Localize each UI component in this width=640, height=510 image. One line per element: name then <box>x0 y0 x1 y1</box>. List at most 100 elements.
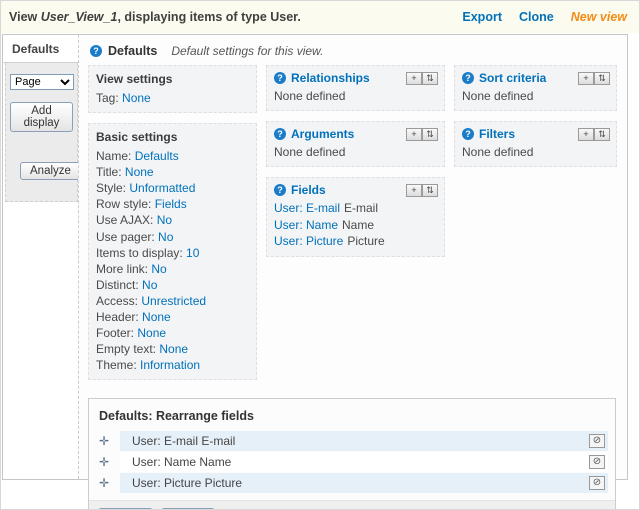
setting-label: Use AJAX: <box>96 213 154 228</box>
field-item: User: Name Name <box>274 217 438 234</box>
column-right: ? Sort criteria + ⇅ None defined ? Filte… <box>454 65 617 177</box>
drag-handle-icon[interactable]: ✛ <box>96 452 120 472</box>
filters-box: ? Filters + ⇅ None defined <box>454 121 617 167</box>
relationships-box: ? Relationships + ⇅ None defined <box>266 65 445 111</box>
table-row: ✛ User: Picture Picture ⊘ <box>96 473 608 494</box>
tab-defaults[interactable]: Defaults <box>3 35 78 63</box>
arguments-title-link[interactable]: Arguments <box>291 127 406 141</box>
column-middle: ? Relationships + ⇅ None defined ? Argum… <box>266 65 445 267</box>
help-icon[interactable]: ? <box>462 72 474 84</box>
rearrange-title: Defaults: Rearrange fields <box>99 409 254 424</box>
setting-row-tag: Tag: None <box>96 90 250 106</box>
field-link[interactable]: User: E-mail <box>274 201 340 215</box>
sort-criteria-head: ? Sort criteria + ⇅ <box>462 71 610 85</box>
row-label: User: Name Name <box>132 455 232 470</box>
clone-link[interactable]: Clone <box>519 10 554 24</box>
views-edit-page: View User_View_1, displaying items of ty… <box>0 0 640 510</box>
display-tab-info: ? Defaults Default settings for this vie… <box>88 41 619 65</box>
setting-value-link[interactable]: None <box>122 91 151 105</box>
field-link[interactable]: User: Picture <box>274 234 343 248</box>
display-tab-description: Default settings for this view. <box>171 44 324 58</box>
add-icon[interactable]: + <box>406 71 422 85</box>
setting-row-style: Style: Unformatted <box>96 180 250 196</box>
fields-title-link[interactable]: Fields <box>291 183 406 197</box>
rearrange-icon[interactable]: ⇅ <box>422 127 438 141</box>
row-content: User: E-mail E-mail ⊘ <box>120 431 608 452</box>
column-basic: View settings Tag: None Basic settings N… <box>88 65 257 390</box>
setting-value-link[interactable]: No <box>151 262 166 276</box>
setting-value-link[interactable]: Unrestricted <box>141 294 206 308</box>
arguments-empty-text: None defined <box>274 145 346 159</box>
setting-value-link[interactable]: Fields <box>155 197 187 211</box>
edit-area: Defaults Page Add display Analyze ? Defa… <box>2 34 628 509</box>
setting-value-link[interactable]: Defaults <box>135 149 179 163</box>
row-label: User: E-mail E-mail <box>132 434 236 449</box>
relationships-empty-text: None defined <box>274 89 346 103</box>
help-icon[interactable]: ? <box>274 128 286 140</box>
setting-value-link[interactable]: None <box>159 342 188 356</box>
add-icon[interactable]: + <box>578 127 594 141</box>
add-icon[interactable]: + <box>406 127 422 141</box>
remove-icon[interactable]: ⊘ <box>589 455 605 470</box>
add-icon[interactable]: + <box>406 183 422 197</box>
rearrange-icon[interactable]: ⇅ <box>422 183 438 197</box>
setting-row-items-to-display: Items to display: 10 <box>96 245 250 261</box>
export-link[interactable]: Export <box>462 10 502 24</box>
setting-value-link[interactable]: Unformatted <box>129 181 195 195</box>
filters-title-link[interactable]: Filters <box>479 127 578 141</box>
setting-label: Use pager: <box>96 229 155 244</box>
setting-value-link[interactable]: No <box>158 230 173 244</box>
new-view-link[interactable]: New view <box>571 10 627 24</box>
setting-row-title: Title: None <box>96 164 250 180</box>
setting-label: More link: <box>96 261 149 276</box>
setting-value-link[interactable]: None <box>137 326 166 340</box>
remove-icon[interactable]: ⊘ <box>589 434 605 449</box>
help-icon[interactable]: ? <box>90 45 102 57</box>
basic-settings-title: Basic settings <box>96 130 178 145</box>
remove-icon[interactable]: ⊘ <box>589 476 605 491</box>
setting-label: Header: <box>96 310 139 325</box>
setting-value-link[interactable]: No <box>142 278 157 292</box>
setting-row-distinct: Distinct: No <box>96 277 250 293</box>
fields-head: ? Fields + ⇅ <box>274 183 438 197</box>
setting-value-link[interactable]: Information <box>140 358 200 372</box>
field-link[interactable]: User: Name <box>274 218 338 232</box>
row-label: User: Picture Picture <box>132 476 243 491</box>
help-icon[interactable]: ? <box>274 184 286 196</box>
rearrange-icon[interactable]: ⇅ <box>422 71 438 85</box>
setting-value-link[interactable]: No <box>157 213 172 227</box>
display-controls: Page Add display Analyze <box>5 63 81 202</box>
setting-row-empty-text: Empty text: None <box>96 341 250 357</box>
setting-label: Distinct: <box>96 277 139 292</box>
setting-row-theme: Theme: Information <box>96 357 250 373</box>
help-icon[interactable]: ? <box>462 128 474 140</box>
rearrange-icon[interactable]: ⇅ <box>594 71 610 85</box>
setting-label: Tag: <box>96 91 119 105</box>
relationships-title-link[interactable]: Relationships <box>291 71 406 85</box>
rearrange-fields-panel: Defaults: Rearrange fields ✛ User: E-mai… <box>88 398 616 509</box>
field-suffix: Name <box>342 217 375 232</box>
display-sidebar: Defaults Page Add display Analyze <box>3 35 81 479</box>
analyze-button[interactable]: Analyze <box>20 162 81 180</box>
add-display-button[interactable]: Add display <box>10 102 73 132</box>
display-type-select[interactable]: Page <box>10 74 74 90</box>
setting-value-link[interactable]: 10 <box>186 246 199 260</box>
fields-box: ? Fields + ⇅ User: E-mail E-mail User: Na… <box>266 177 445 257</box>
drag-handle-icon[interactable]: ✛ <box>96 473 120 493</box>
setting-label: Items to display: <box>96 245 183 260</box>
sort-criteria-box: ? Sort criteria + ⇅ None defined <box>454 65 617 111</box>
help-icon[interactable]: ? <box>274 72 286 84</box>
setting-value-link[interactable]: None <box>125 165 154 179</box>
sort-criteria-title-link[interactable]: Sort criteria <box>479 71 578 85</box>
rearrange-icon[interactable]: ⇅ <box>594 127 610 141</box>
add-icon[interactable]: + <box>578 71 594 85</box>
arguments-head: ? Arguments + ⇅ <box>274 127 438 141</box>
display-tab-title: Defaults <box>108 44 158 58</box>
setting-row-more-link: More link: No <box>96 261 250 277</box>
rearrange-footer: Update Cancel <box>89 500 615 509</box>
drag-handle-icon[interactable]: ✛ <box>96 431 120 451</box>
setting-row-name: Name: Defaults <box>96 148 250 164</box>
setting-row-header: Header: None <box>96 309 250 325</box>
setting-value-link[interactable]: None <box>142 310 171 324</box>
setting-row-footer: Footer: None <box>96 325 250 341</box>
